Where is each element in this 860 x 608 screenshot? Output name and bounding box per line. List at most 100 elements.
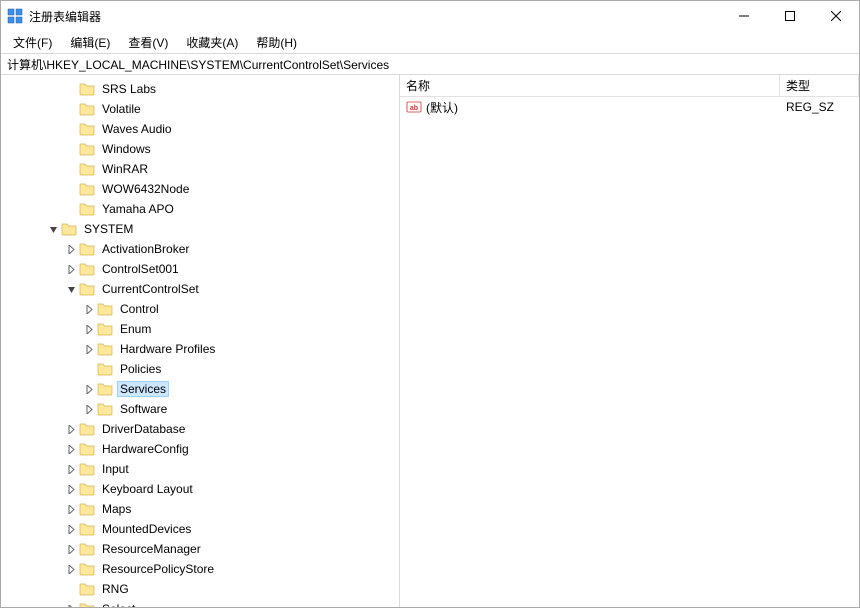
folder-icon	[79, 161, 95, 177]
tree-item[interactable]: ActivationBroker	[1, 239, 399, 259]
expander-closed-icon[interactable]	[63, 521, 79, 537]
tree-item-label: WOW6432Node	[99, 181, 192, 197]
tree-item-label: Enum	[117, 321, 154, 337]
expander-closed-icon[interactable]	[81, 321, 97, 337]
tree-item[interactable]: Windows	[1, 139, 399, 159]
tree-pane[interactable]: SRS Labs Volatile Waves AudioWindows WinRAR…	[1, 75, 400, 607]
column-header-name[interactable]: 名称	[400, 75, 780, 96]
menu-view[interactable]: 查看(V)	[120, 32, 176, 53]
expander-closed-icon[interactable]	[63, 441, 79, 457]
folder-icon	[97, 401, 113, 417]
folder-icon	[61, 221, 77, 237]
expander-open-icon[interactable]	[45, 221, 61, 237]
expander-none	[63, 201, 79, 217]
minimize-button[interactable]	[721, 1, 767, 31]
column-header-type[interactable]: 类型	[780, 75, 859, 96]
expander-closed-icon[interactable]	[63, 601, 79, 607]
tree-item[interactable]: SRS Labs	[1, 79, 399, 99]
tree-item[interactable]: Enum	[1, 319, 399, 339]
folder-icon	[97, 341, 113, 357]
close-button[interactable]	[813, 1, 859, 31]
expander-closed-icon[interactable]	[81, 341, 97, 357]
folder-icon	[79, 201, 95, 217]
expander-closed-icon[interactable]	[81, 401, 97, 417]
tree-item[interactable]: Input	[1, 459, 399, 479]
tree-item[interactable]: RNG	[1, 579, 399, 599]
menu-file[interactable]: 文件(F)	[5, 32, 60, 53]
expander-closed-icon[interactable]	[63, 241, 79, 257]
folder-icon	[79, 81, 95, 97]
tree-item-label: ActivationBroker	[99, 241, 192, 257]
tree-item[interactable]: Select	[1, 599, 399, 607]
tree-item-label: Hardware Profiles	[117, 341, 218, 357]
expander-open-icon[interactable]	[63, 281, 79, 297]
menubar: 文件(F) 编辑(E) 查看(V) 收藏夹(A) 帮助(H)	[1, 31, 859, 53]
expander-closed-icon[interactable]	[63, 541, 79, 557]
expander-none	[63, 121, 79, 137]
tree-item-label: Control	[117, 301, 162, 317]
string-value-icon: ab	[406, 99, 422, 115]
tree-item-label: Keyboard Layout	[99, 481, 196, 497]
folder-icon	[97, 381, 113, 397]
tree-item-label: ControlSet001	[99, 261, 182, 277]
tree-item-label: Volatile	[99, 101, 144, 117]
svg-text:ab: ab	[410, 105, 418, 112]
expander-none	[63, 81, 79, 97]
expander-closed-icon[interactable]	[63, 421, 79, 437]
tree-item[interactable]: CurrentControlSet	[1, 279, 399, 299]
window-titlebar: 注册表编辑器	[1, 1, 859, 31]
tree-item[interactable]: Keyboard Layout	[1, 479, 399, 499]
expander-closed-icon[interactable]	[63, 561, 79, 577]
tree-item[interactable]: MountedDevices	[1, 519, 399, 539]
tree-item-label: MountedDevices	[99, 521, 194, 537]
address-bar[interactable]: 计算机\HKEY_LOCAL_MACHINE\SYSTEM\CurrentCon…	[1, 53, 859, 75]
folder-icon	[79, 501, 95, 517]
tree-item[interactable]: Services	[1, 379, 399, 399]
menu-favorites[interactable]: 收藏夹(A)	[178, 32, 246, 53]
tree-item[interactable]: SYSTEM	[1, 219, 399, 239]
value-row[interactable]: ab(默认)REG_SZ	[400, 97, 859, 117]
folder-icon	[79, 601, 95, 607]
expander-closed-icon[interactable]	[81, 381, 97, 397]
expander-closed-icon[interactable]	[63, 481, 79, 497]
tree-item[interactable]: Volatile	[1, 99, 399, 119]
maximize-button[interactable]	[767, 1, 813, 31]
tree-item[interactable]: Software	[1, 399, 399, 419]
tree-item[interactable]: ResourcePolicyStore	[1, 559, 399, 579]
tree-item[interactable]: Hardware Profiles	[1, 339, 399, 359]
folder-icon	[79, 561, 95, 577]
tree-item[interactable]: WinRAR	[1, 159, 399, 179]
tree-item-label: SYSTEM	[81, 221, 136, 237]
expander-closed-icon[interactable]	[81, 301, 97, 317]
expander-none	[63, 181, 79, 197]
folder-icon	[79, 101, 95, 117]
expander-closed-icon[interactable]	[63, 461, 79, 477]
tree-item[interactable]: HardwareConfig	[1, 439, 399, 459]
tree-item-label: RNG	[99, 581, 132, 597]
tree-item-label: Select	[99, 601, 138, 607]
menu-edit[interactable]: 编辑(E)	[62, 32, 118, 53]
tree-item[interactable]: ControlSet001	[1, 259, 399, 279]
folder-icon	[97, 321, 113, 337]
value-type-cell: REG_SZ	[780, 98, 859, 116]
tree-item-label: WinRAR	[99, 161, 151, 177]
tree-item[interactable]: Maps	[1, 499, 399, 519]
tree-item-label: Input	[99, 461, 132, 477]
expander-none	[63, 581, 79, 597]
expander-closed-icon[interactable]	[63, 261, 79, 277]
value-type: REG_SZ	[786, 100, 834, 114]
tree-item[interactable]: Waves Audio	[1, 119, 399, 139]
tree-item[interactable]: Yamaha APO	[1, 199, 399, 219]
tree-item[interactable]: Control	[1, 299, 399, 319]
tree-item[interactable]: WOW6432Node	[1, 179, 399, 199]
folder-icon	[79, 141, 95, 157]
values-header: 名称 类型	[400, 75, 859, 97]
folder-icon	[79, 241, 95, 257]
tree-item[interactable]: ResourceManager	[1, 539, 399, 559]
tree-item[interactable]: DriverDatabase	[1, 419, 399, 439]
tree-item[interactable]: Policies	[1, 359, 399, 379]
menu-help[interactable]: 帮助(H)	[248, 32, 305, 53]
folder-icon	[97, 301, 113, 317]
tree-item-label: ResourceManager	[99, 541, 204, 557]
expander-closed-icon[interactable]	[63, 501, 79, 517]
